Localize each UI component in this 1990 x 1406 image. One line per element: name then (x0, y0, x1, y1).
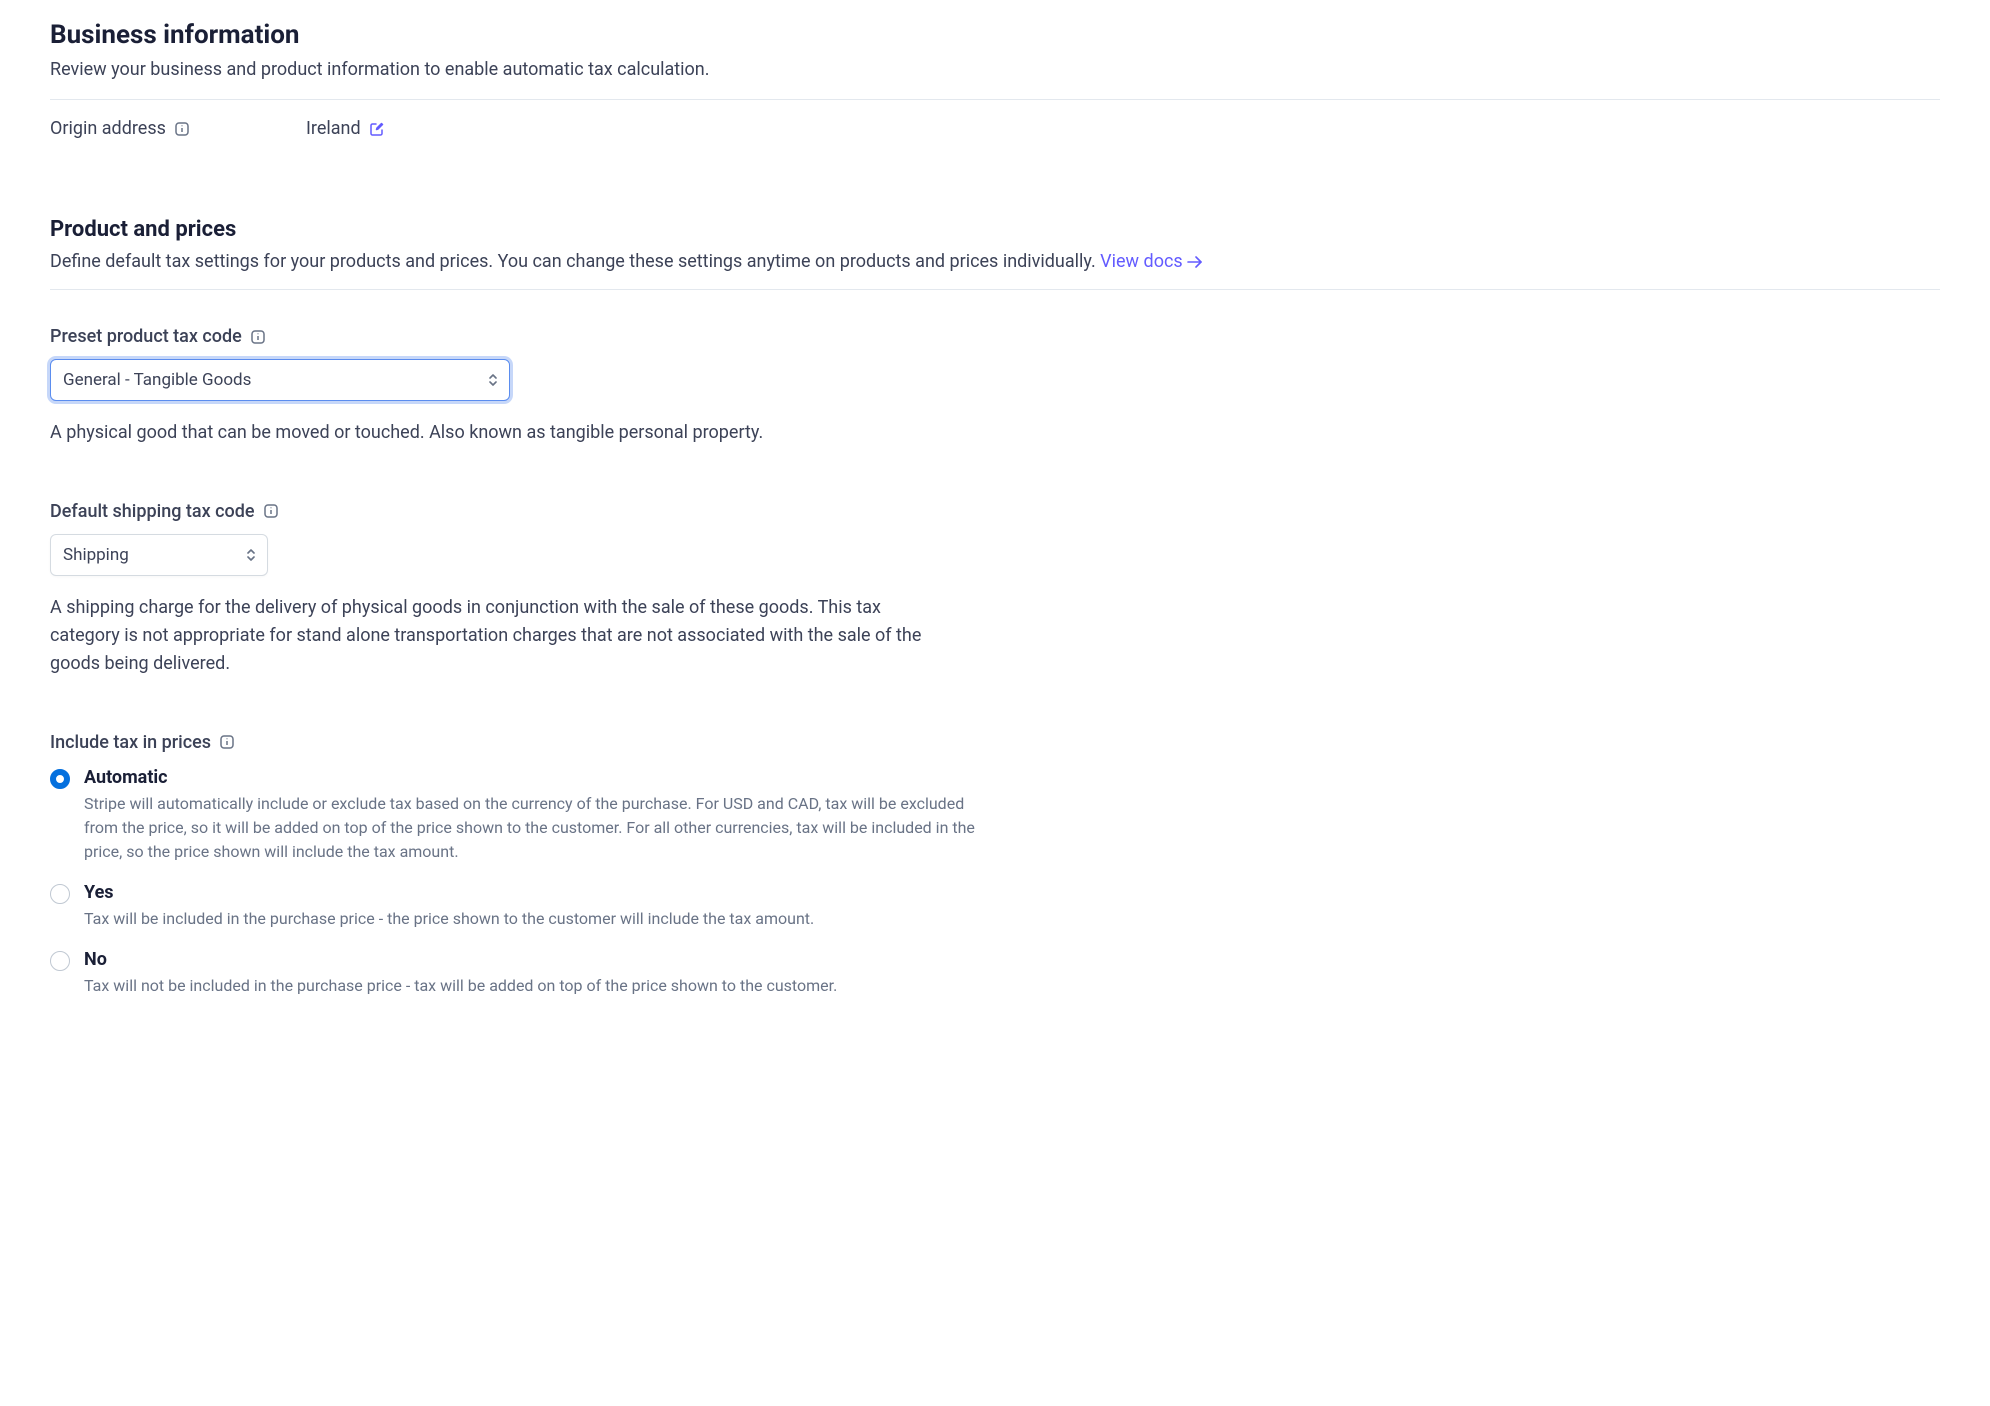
radio-description: Tax will be included in the purchase pri… (84, 907, 984, 931)
radio-option-automatic[interactable]: Automatic Stripe will automatically incl… (50, 767, 1940, 864)
product-prices-title: Product and prices (50, 217, 1940, 242)
preset-tax-code-label: Preset product tax code (50, 326, 1940, 347)
shipping-tax-code-label: Default shipping tax code (50, 501, 1940, 522)
preset-tax-code-select[interactable]: General - Tangible Goods (50, 359, 510, 401)
view-docs-text: View docs (1100, 248, 1183, 275)
info-icon[interactable] (263, 503, 279, 519)
edit-icon[interactable] (369, 121, 385, 137)
shipping-tax-code-select[interactable]: Shipping (50, 534, 268, 576)
radio-content: Automatic Stripe will automatically incl… (84, 767, 984, 864)
radio-input[interactable] (50, 769, 70, 789)
include-tax-label: Include tax in prices (50, 732, 1940, 753)
origin-address-label: Origin address (50, 118, 306, 139)
business-info-subtitle: Review your business and product informa… (50, 56, 1940, 83)
origin-address-value: Ireland (306, 118, 385, 139)
divider (50, 289, 1940, 290)
preset-tax-code-label-text: Preset product tax code (50, 326, 242, 347)
divider (50, 99, 1940, 100)
info-icon[interactable] (174, 121, 190, 137)
info-icon[interactable] (219, 734, 235, 750)
radio-description: Stripe will automatically include or exc… (84, 792, 984, 864)
radio-title: Automatic (84, 767, 984, 788)
radio-option-no[interactable]: No Tax will not be included in the purch… (50, 949, 1940, 998)
shipping-tax-code-description: A shipping charge for the delivery of ph… (50, 594, 950, 678)
radio-input[interactable] (50, 884, 70, 904)
origin-address-label-text: Origin address (50, 118, 166, 139)
chevron-updown-icon (245, 547, 257, 563)
arrow-right-icon (1187, 256, 1203, 268)
radio-title: No (84, 949, 984, 970)
shipping-tax-code-value: Shipping (63, 545, 129, 565)
preset-tax-code-description: A physical good that can be moved or tou… (50, 419, 950, 447)
include-tax-label-text: Include tax in prices (50, 732, 211, 753)
product-prices-subtitle-text: Define default tax settings for your pro… (50, 251, 1100, 272)
origin-address-row: Origin address Ireland (50, 118, 1940, 139)
radio-content: Yes Tax will be included in the purchase… (84, 882, 984, 931)
include-tax-radio-group: Automatic Stripe will automatically incl… (50, 767, 1940, 998)
radio-input[interactable] (50, 951, 70, 971)
info-icon[interactable] (250, 329, 266, 345)
radio-title: Yes (84, 882, 984, 903)
radio-content: No Tax will not be included in the purch… (84, 949, 984, 998)
product-prices-subtitle: Define default tax settings for your pro… (50, 248, 1940, 275)
chevron-updown-icon (487, 372, 499, 388)
shipping-tax-code-label-text: Default shipping tax code (50, 501, 255, 522)
radio-option-yes[interactable]: Yes Tax will be included in the purchase… (50, 882, 1940, 931)
radio-description: Tax will not be included in the purchase… (84, 974, 984, 998)
view-docs-link[interactable]: View docs (1100, 248, 1203, 275)
preset-tax-code-value: General - Tangible Goods (63, 370, 251, 390)
business-info-title: Business information (50, 20, 1940, 50)
origin-address-value-text: Ireland (306, 118, 361, 139)
